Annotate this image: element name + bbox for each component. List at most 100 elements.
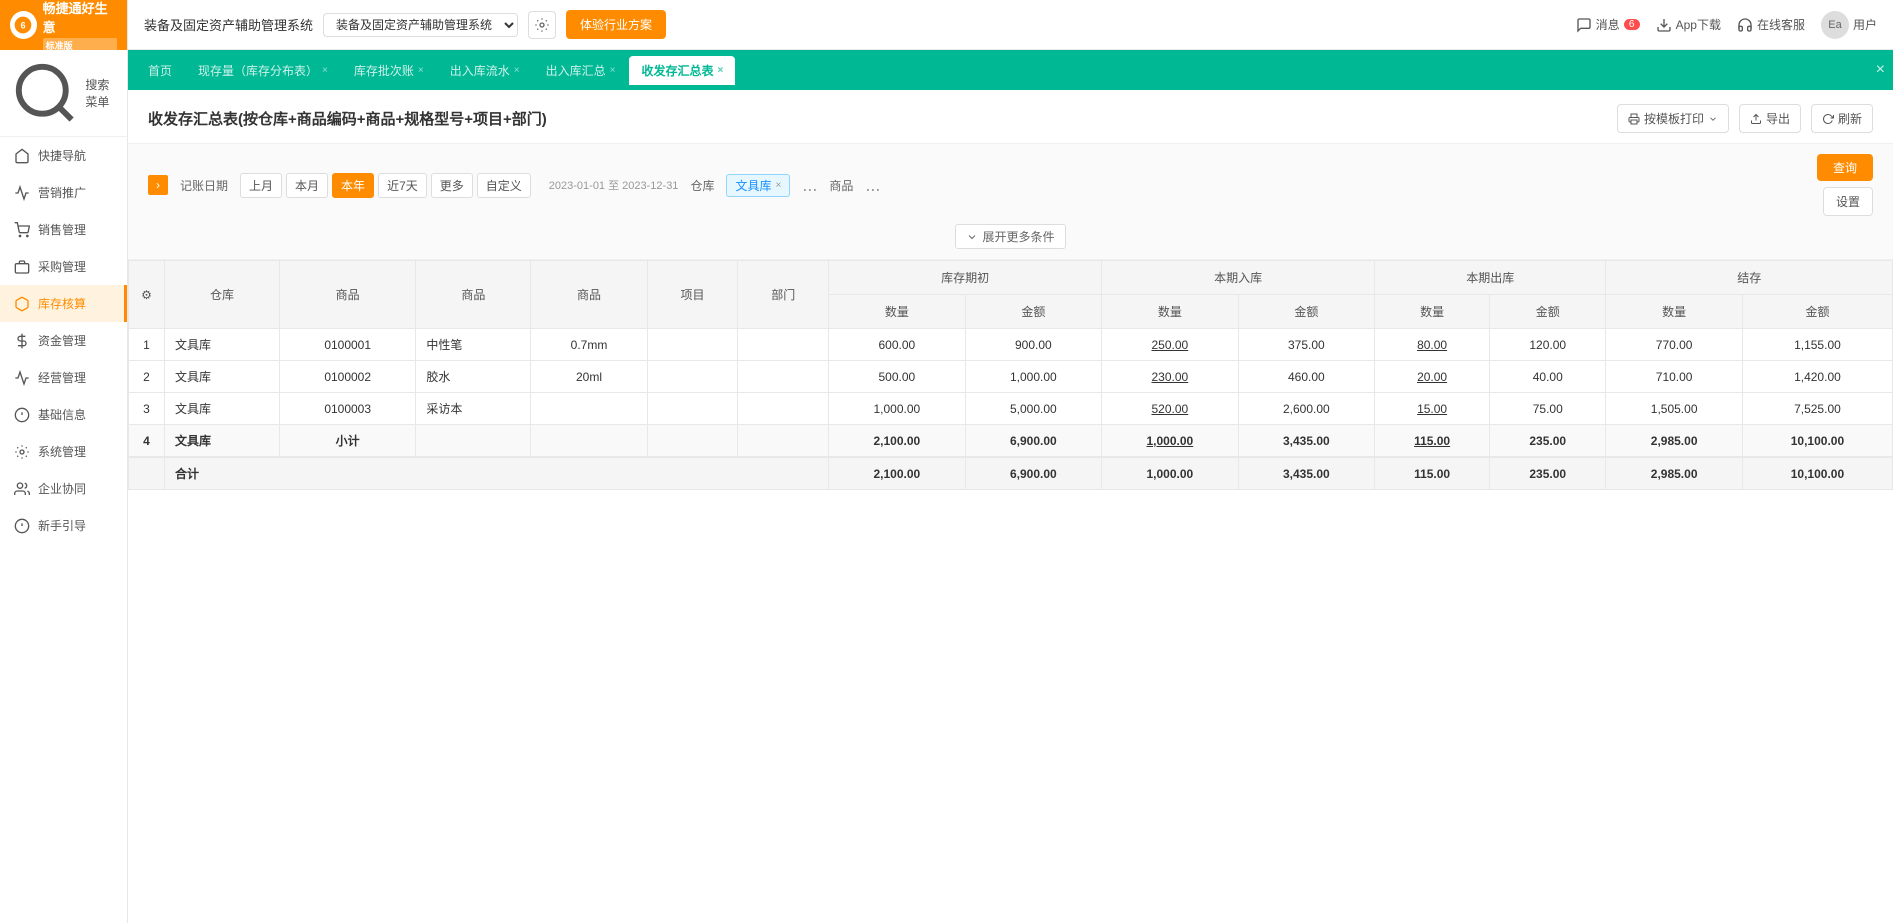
online-service-btn[interactable]: 在线客服 bbox=[1737, 16, 1805, 33]
marketing-label: 营销推广 bbox=[38, 184, 86, 201]
col-outbound-qty-header: 数量 bbox=[1375, 295, 1490, 329]
tab-inout-flow[interactable]: 出入库流水 × bbox=[438, 56, 532, 85]
total-out-qty: 115.00 bbox=[1375, 457, 1490, 490]
app-name: 畅捷通好生意 bbox=[43, 0, 117, 36]
tab-inout-summary-close[interactable]: × bbox=[610, 65, 616, 76]
row1-out-amount: 120.00 bbox=[1490, 329, 1606, 361]
info-icon bbox=[14, 407, 30, 423]
table-row: 3 文具库 0100003 采访本 1,000.00 5,000.00 520.… bbox=[129, 393, 1893, 425]
app-logo: 6 畅捷通好生意 标准版 bbox=[0, 0, 127, 50]
system-label: 系统管理 bbox=[38, 443, 86, 460]
expand-conditions-btn[interactable]: 展开更多条件 bbox=[955, 224, 1065, 249]
row2-out-qty[interactable]: 20.00 bbox=[1375, 361, 1490, 393]
subtotal-opening-qty: 2,100.00 bbox=[829, 425, 966, 458]
tab-inout-summary-label: 出入库汇总 bbox=[546, 62, 606, 79]
tab-batch-label: 库存批次账 bbox=[354, 62, 414, 79]
sidebar-item-purchase[interactable]: 采购管理 bbox=[0, 248, 127, 285]
row1-opening-qty: 600.00 bbox=[829, 329, 966, 361]
sidebar-item-sales[interactable]: 销售管理 bbox=[0, 211, 127, 248]
sidebar-item-enterprise[interactable]: 企业协同 bbox=[0, 470, 127, 507]
col-goods-spec-header: 商品 bbox=[531, 261, 647, 329]
sidebar-item-inventory[interactable]: 库存核算 bbox=[0, 285, 127, 322]
date-btn-custom[interactable]: 自定义 bbox=[477, 173, 531, 198]
row1-no: 1 bbox=[129, 329, 165, 361]
date-label: 记账日期 bbox=[180, 177, 228, 194]
sidebar-item-basic-info[interactable]: 基础信息 bbox=[0, 396, 127, 433]
refresh-btn[interactable]: 刷新 bbox=[1811, 104, 1873, 133]
total-in-qty: 1,000.00 bbox=[1102, 457, 1239, 490]
warehouse-more-btn[interactable]: ... bbox=[802, 176, 817, 194]
date-btn-7days[interactable]: 近7天 bbox=[378, 173, 427, 198]
collapse-arrow[interactable]: › bbox=[148, 175, 168, 195]
message-label: 消息 bbox=[1596, 16, 1620, 33]
export-btn[interactable]: 导出 bbox=[1739, 104, 1801, 133]
row2-no: 2 bbox=[129, 361, 165, 393]
download-icon bbox=[1656, 17, 1672, 33]
main-area: 装备及固定资产辅助管理系统 装备及固定资产辅助管理系统 体验行业方案 消息 6 … bbox=[128, 0, 1893, 923]
warehouse-tag-close[interactable]: × bbox=[775, 180, 781, 191]
tab-inventory-dist-close[interactable]: × bbox=[322, 65, 328, 76]
total-label: 合计 bbox=[165, 457, 829, 490]
tab-batch[interactable]: 库存批次账 × bbox=[342, 56, 436, 85]
row1-out-qty[interactable]: 80.00 bbox=[1375, 329, 1490, 361]
row3-bal-amount: 7,525.00 bbox=[1742, 393, 1892, 425]
date-btn-prev-month[interactable]: 上月 bbox=[240, 173, 282, 198]
row3-dept bbox=[738, 393, 829, 425]
headset-icon bbox=[1737, 17, 1753, 33]
app-download-btn[interactable]: App下载 bbox=[1656, 16, 1721, 33]
row3-in-qty-link: 520.00 bbox=[1151, 402, 1188, 416]
total-opening-qty: 2,100.00 bbox=[829, 457, 966, 490]
tabs-close-all[interactable]: × bbox=[1876, 61, 1885, 79]
warehouse-tag-value: 文具库 bbox=[735, 177, 771, 194]
sidebar-item-system[interactable]: 系统管理 bbox=[0, 433, 127, 470]
row1-in-qty[interactable]: 250.00 bbox=[1102, 329, 1239, 361]
query-btn[interactable]: 查询 bbox=[1817, 154, 1873, 181]
row1-in-qty-link: 250.00 bbox=[1151, 338, 1188, 352]
chevron-down-icon bbox=[1708, 114, 1718, 124]
warehouse-tag[interactable]: 文具库 × bbox=[726, 174, 790, 197]
tab-inout-flow-close[interactable]: × bbox=[514, 65, 520, 76]
sidebar-item-guide[interactable]: 新手引导 bbox=[0, 507, 127, 544]
tab-recv-send[interactable]: 收发存汇总表 × bbox=[629, 56, 735, 85]
date-btn-more[interactable]: 更多 bbox=[431, 173, 473, 198]
goods-more-btn[interactable]: ... bbox=[865, 176, 880, 194]
settings-icon: ⚙ bbox=[141, 288, 152, 302]
col-settings-header[interactable]: ⚙ bbox=[129, 261, 165, 329]
experience-btn[interactable]: 体验行业方案 bbox=[566, 10, 666, 39]
tab-batch-close[interactable]: × bbox=[418, 65, 424, 76]
gear-icon bbox=[534, 17, 550, 33]
tab-home[interactable]: 首页 bbox=[136, 56, 184, 85]
col-opening-qty-header: 数量 bbox=[829, 295, 966, 329]
subtotal-out-amount: 235.00 bbox=[1490, 425, 1606, 458]
set-btn[interactable]: 设置 bbox=[1823, 187, 1873, 216]
print-btn[interactable]: 按模板打印 bbox=[1617, 104, 1729, 133]
row3-in-qty[interactable]: 520.00 bbox=[1102, 393, 1239, 425]
row3-opening-qty: 1,000.00 bbox=[829, 393, 966, 425]
date-btn-this-year[interactable]: 本年 bbox=[332, 173, 374, 198]
sidebar-item-marketing[interactable]: 营销推广 bbox=[0, 174, 127, 211]
settings-button[interactable] bbox=[528, 11, 556, 39]
system-select[interactable]: 装备及固定资产辅助管理系统 bbox=[323, 13, 518, 37]
row3-out-qty-link: 15.00 bbox=[1417, 402, 1447, 416]
sidebar-item-quick-nav[interactable]: 快捷导航 bbox=[0, 137, 127, 174]
sidebar-item-operations[interactable]: 经营管理 bbox=[0, 359, 127, 396]
enterprise-icon bbox=[14, 481, 30, 497]
tab-inventory-dist[interactable]: 现存量（库存分布表） × bbox=[186, 56, 340, 85]
sidebar-item-finance[interactable]: 资金管理 bbox=[0, 322, 127, 359]
subtotal-in-qty[interactable]: 1,000.00 bbox=[1102, 425, 1239, 458]
tab-inout-summary[interactable]: 出入库汇总 × bbox=[534, 56, 628, 85]
col-goods-name-header: 商品 bbox=[416, 261, 531, 329]
tab-recv-send-close[interactable]: × bbox=[717, 65, 723, 76]
row3-out-qty[interactable]: 15.00 bbox=[1375, 393, 1490, 425]
row2-in-qty[interactable]: 230.00 bbox=[1102, 361, 1239, 393]
subtotal-bal-amount: 10,100.00 bbox=[1742, 425, 1892, 458]
message-btn[interactable]: 消息 6 bbox=[1576, 16, 1640, 33]
sidebar: 6 畅捷通好生意 标准版 搜索菜单 快捷导航 营销推广 销售管理 采购管理 库存 bbox=[0, 0, 128, 923]
sidebar-item-search[interactable]: 搜索菜单 bbox=[0, 50, 127, 137]
quick-nav-label: 快捷导航 bbox=[38, 147, 86, 164]
subtotal-out-qty[interactable]: 115.00 bbox=[1375, 425, 1490, 458]
date-btn-this-month[interactable]: 本月 bbox=[286, 173, 328, 198]
chart-icon bbox=[14, 370, 30, 386]
user-area[interactable]: Ea 用户 bbox=[1821, 11, 1877, 39]
table-row: 2 文具库 0100002 胶水 20ml 500.00 1,000.00 23… bbox=[129, 361, 1893, 393]
